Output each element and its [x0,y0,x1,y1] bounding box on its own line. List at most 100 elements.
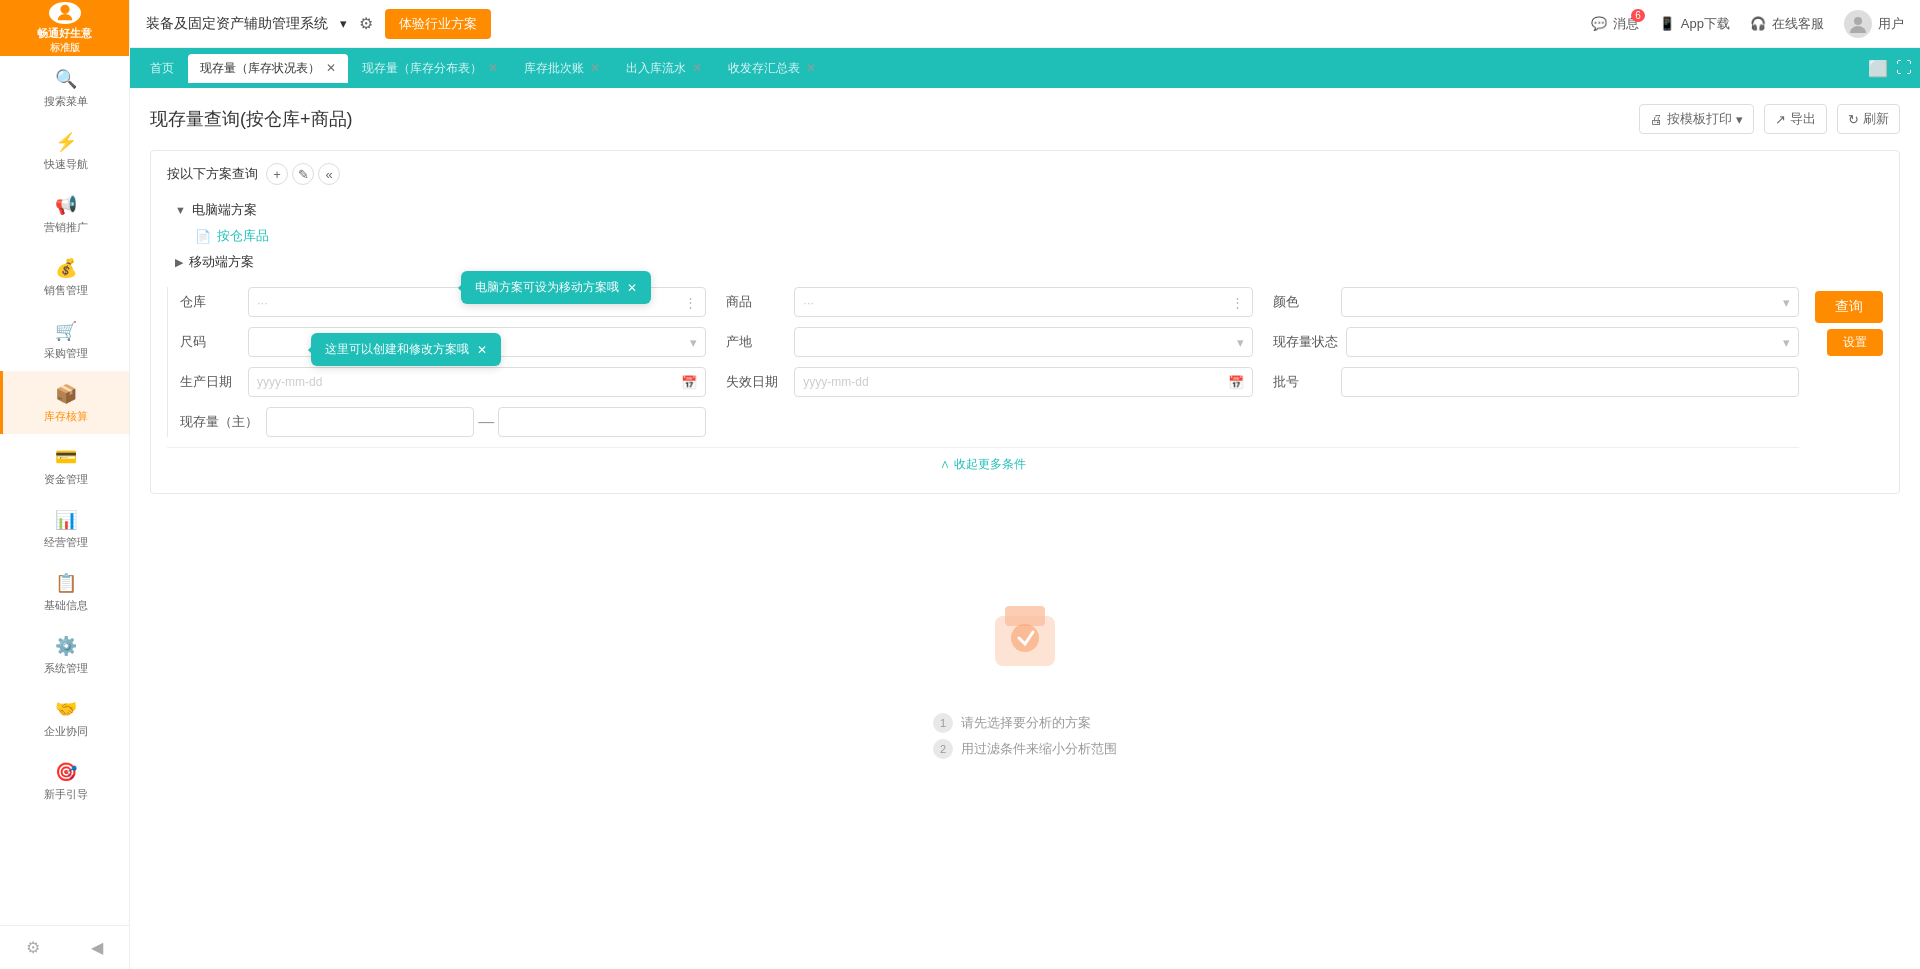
sidebar-item-system[interactable]: ⚙️ 系统管理 [0,623,129,686]
tab-batch-ledger[interactable]: 库存批次账 ✕ [512,54,612,83]
goods-input[interactable]: ··· ⋮ [794,287,1252,317]
tab-batch-ledger-close[interactable]: ✕ [590,61,600,75]
collapse-sidebar-btn[interactable]: ◀ [91,938,103,957]
scheme-tooltip-text: 电脑方案可设为移动方案哦 [475,279,619,296]
color-field: 颜色 ▾ [1273,287,1799,317]
goods-label: 商品 [726,293,786,311]
user-action[interactable]: 用户 [1844,10,1904,38]
message-icon: 💬 [1591,16,1607,31]
stock-qty-max[interactable] [498,407,706,437]
filter-section: 按以下方案查询 + ✎ « 电脑方案可设为移动方案哦 ✕ 这里可以创建和修改方案… [150,150,1900,494]
filter-header-actions: + ✎ « [266,163,340,185]
mobile-scheme-item[interactable]: ▶ 移动端方案 [167,249,1883,275]
reset-btn[interactable]: 设置 [1827,329,1883,356]
stock-qty-range: — [266,407,706,437]
tab-inventory-dist[interactable]: 现存量（库存分布表） ✕ [350,54,510,83]
page-actions: 🖨 按模板打印 ▾ ↗ 导出 ↻ 刷新 [1639,104,1900,134]
stock-status-input[interactable]: ▾ [1346,327,1799,357]
empty-step-2: 2 用过滤条件来缩小分析范围 [933,736,1117,762]
tab-bar-actions: ⬜ ⛶ [1868,59,1912,78]
sidebar-item-operations[interactable]: 📊 经营管理 [0,497,129,560]
tab-bar: 首页 现存量（库存状况表） ✕ 现存量（库存分布表） ✕ 库存批次账 ✕ 出入库… [130,48,1920,88]
nav-label-marketing: 营销推广 [44,220,88,235]
phone-icon: 📱 [1659,16,1675,31]
sidebar-item-sales[interactable]: 💰 销售管理 [0,245,129,308]
edit-scheme-btn[interactable]: ✎ [292,163,314,185]
sidebar-item-marketing[interactable]: 📢 营销推广 [0,182,129,245]
sidebar-item-guide[interactable]: 🎯 新手引导 [0,749,129,812]
size-dropdown-icon: ▾ [690,335,697,350]
color-label: 颜色 [1273,293,1333,311]
batch-label: 批号 [1273,373,1333,391]
app-download-action[interactable]: 📱 App下载 [1659,15,1730,33]
sidebar-item-finance[interactable]: 💳 资金管理 [0,434,129,497]
sidebar-item-quicknav[interactable]: ⚡ 快速导航 [0,119,129,182]
tab-inventory-dist-close[interactable]: ✕ [488,61,498,75]
nav-label-system: 系统管理 [44,661,88,676]
tab-fullscreen-btn[interactable]: ⬜ [1868,59,1888,78]
add-scheme-btn[interactable]: + [266,163,288,185]
expire-date-placeholder: yyyy-mm-dd [803,375,868,389]
expire-date-input[interactable]: yyyy-mm-dd 📅 [794,367,1252,397]
sidebar-item-inventory[interactable]: 📦 库存核算 [0,371,129,434]
stock-qty-min[interactable] [266,407,474,437]
content-inner: 现存量查询(按仓库+商品) 🖨 按模板打印 ▾ ↗ 导出 ↻ 刷新 [130,88,1920,969]
color-input[interactable]: ▾ [1341,287,1799,317]
empty-illustration [975,586,1075,686]
refresh-btn[interactable]: ↻ 刷新 [1837,104,1900,134]
desktop-scheme-child[interactable]: 📄 按仓库品 [187,223,1883,249]
prod-date-field: 生产日期 yyyy-mm-dd 📅 [180,367,706,397]
stock-status-dropdown-icon: ▾ [1783,335,1790,350]
back-scheme-btn[interactable]: « [318,163,340,185]
messages-action[interactable]: 💬 6 消息 [1591,15,1639,33]
header-settings-btn[interactable]: ⚙ [359,14,373,33]
batch-input[interactable] [1341,367,1799,397]
query-btn[interactable]: 查询 [1815,291,1883,323]
system-dropdown[interactable]: ▾ [340,16,347,31]
scheme-tooltip-close[interactable]: ✕ [627,281,637,295]
print-btn[interactable]: 🖨 按模板打印 ▾ [1639,104,1754,134]
tab-inout-flow[interactable]: 出入库流水 ✕ [614,54,714,83]
tab-recv-summary-close[interactable]: ✕ [806,61,816,75]
nav-label-search: 搜索菜单 [44,94,88,109]
goods-dots: ··· [803,295,814,310]
origin-input[interactable]: ▾ [794,327,1252,357]
export-icon: ↗ [1775,112,1786,127]
export-btn[interactable]: ↗ 导出 [1764,104,1827,134]
tab-expand-btn[interactable]: ⛶ [1896,59,1912,78]
desktop-child-label: 按仓库品 [217,227,269,245]
content-area: 现存量查询(按仓库+商品) 🖨 按模板打印 ▾ ↗ 导出 ↻ 刷新 [130,88,1920,969]
sidebar-item-purchase[interactable]: 🛒 采购管理 [0,308,129,371]
prod-date-calendar-icon: 📅 [681,375,697,390]
expire-date-field: 失效日期 yyyy-mm-dd 📅 [726,367,1252,397]
color-dropdown-icon: ▾ [1783,295,1790,310]
experience-btn[interactable]: 体验行业方案 [385,9,491,39]
sales-icon: 💰 [55,257,77,279]
tab-home[interactable]: 首页 [138,54,186,83]
scheme-tooltip: 电脑方案可设为移动方案哦 ✕ [461,271,651,304]
settings-footer-btn[interactable]: ⚙ [26,938,40,957]
refresh-label: 刷新 [1863,110,1889,128]
nav-label-quicknav: 快速导航 [44,157,88,172]
online-support-action[interactable]: 🎧 在线客服 [1750,15,1824,33]
svg-rect-3 [1005,606,1045,626]
guide-icon: 🎯 [55,761,77,783]
sidebar-item-search[interactable]: 🔍 搜索菜单 [0,56,129,119]
desktop-scheme-item[interactable]: ▼ 电脑端方案 [167,197,1883,223]
tab-recv-summary[interactable]: 收发存汇总表 ✕ [716,54,828,83]
sidebar-item-basicinfo[interactable]: 📋 基础信息 [0,560,129,623]
warehouse-dots: ··· [257,295,268,310]
svg-point-4 [1011,624,1039,652]
tab-inventory-status-close[interactable]: ✕ [326,61,336,75]
goods-menu-icon: ⋮ [1231,295,1244,310]
system-icon: ⚙️ [55,635,77,657]
edit-tooltip-close[interactable]: ✕ [477,343,487,357]
prod-date-input[interactable]: yyyy-mm-dd 📅 [248,367,706,397]
tab-inout-flow-close[interactable]: ✕ [692,61,702,75]
tab-inventory-dist-label: 现存量（库存分布表） [362,60,482,77]
tab-inventory-status[interactable]: 现存量（库存状况表） ✕ [188,54,348,83]
sidebar-item-enterprise[interactable]: 🤝 企业协同 [0,686,129,749]
user-label: 用户 [1878,15,1904,33]
nav-label-inventory: 库存核算 [44,409,88,424]
collapse-bar[interactable]: ∧ 收起更多条件 [167,447,1799,481]
